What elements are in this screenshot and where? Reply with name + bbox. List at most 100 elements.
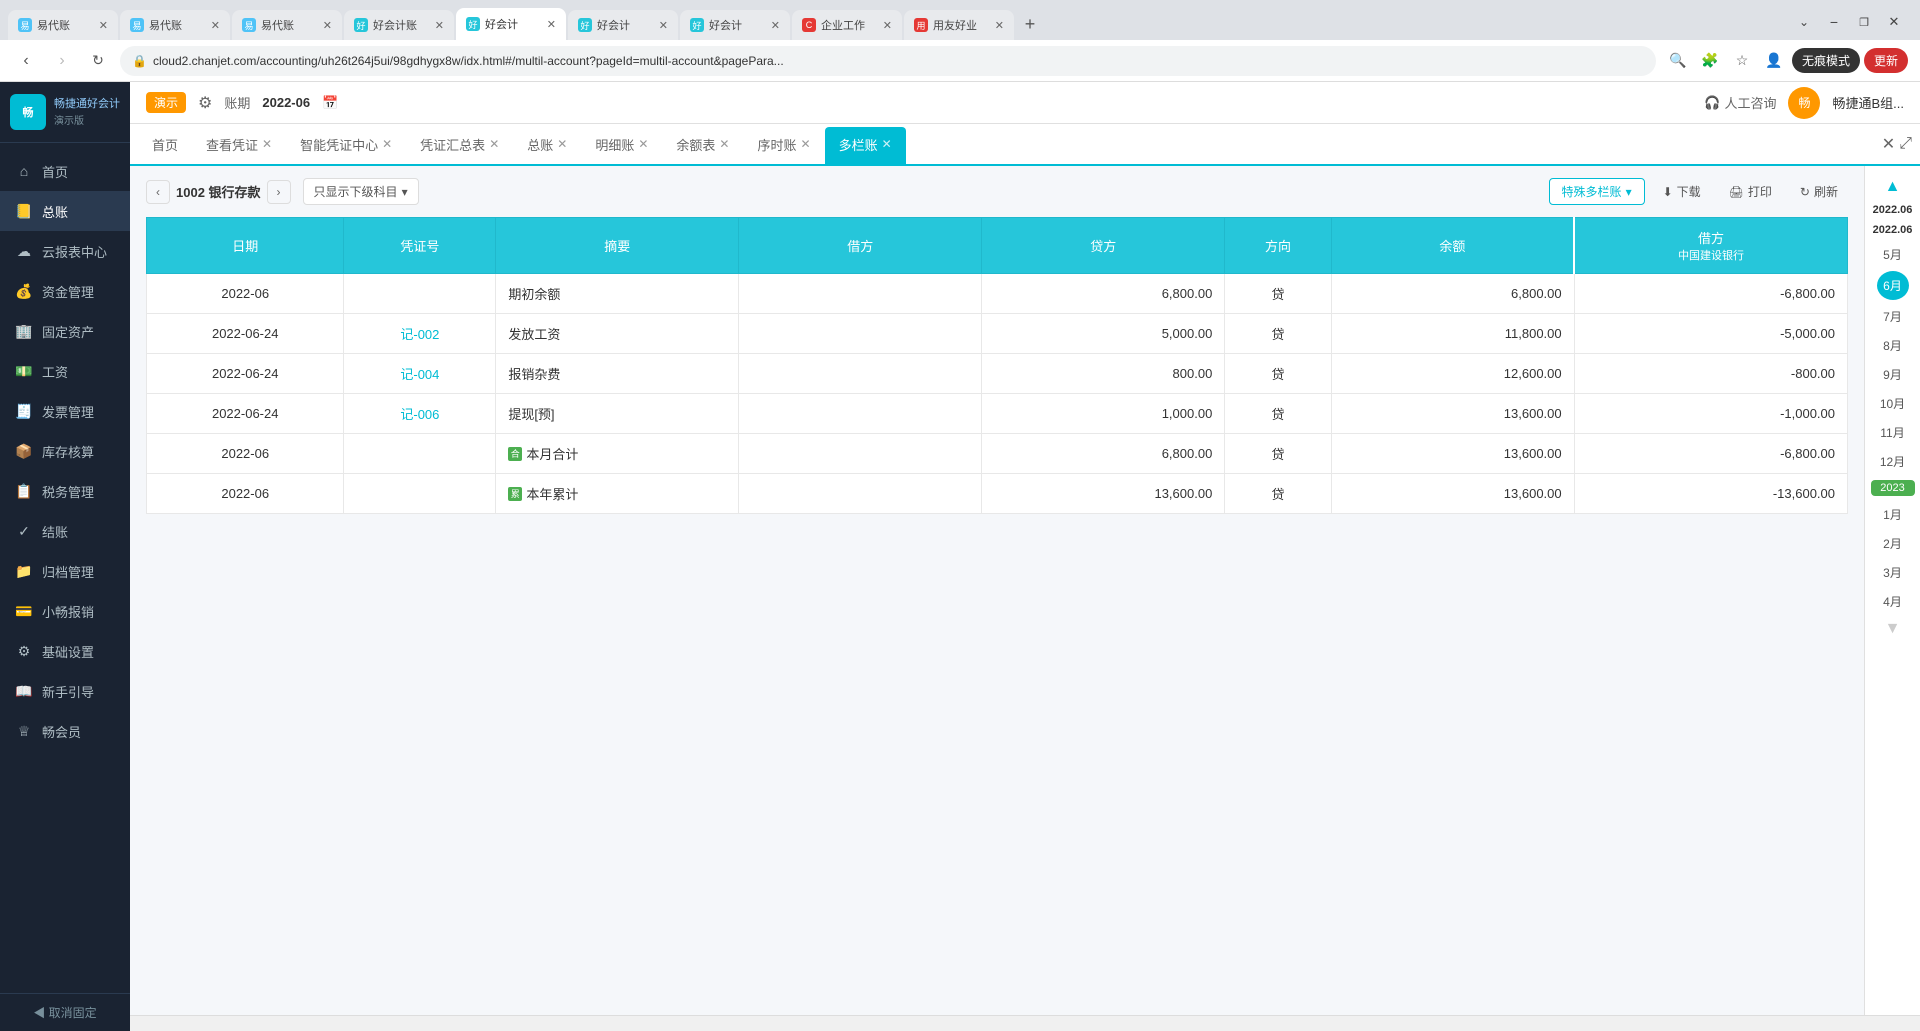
tab-1-close[interactable]: ✕ (99, 19, 108, 32)
sub-filter-button[interactable]: 只显示下级科目 ▾ (303, 178, 419, 205)
browser-tab-6[interactable]: 好 好会计 ✕ (568, 10, 678, 40)
browser-tab-4[interactable]: 好 好会计账 ✕ (344, 10, 454, 40)
app-tab-voucher-close[interactable]: ✕ (262, 137, 272, 151)
tab-panel-close-icon[interactable]: ✕ (1882, 134, 1895, 154)
app-tab-voucher[interactable]: 查看凭证 ✕ (192, 127, 286, 164)
app-tab-journal[interactable]: 序时账 ✕ (743, 127, 824, 164)
month-4[interactable]: 4月 (1871, 587, 1915, 616)
sidebar-item-archive[interactable]: 📁 归档管理 (0, 551, 130, 591)
incognito-button[interactable]: 无痕模式 (1792, 48, 1860, 73)
app-tab-detail-ledger[interactable]: 明细账 ✕ (581, 127, 662, 164)
app-tab-voucher-summary-close[interactable]: ✕ (489, 137, 499, 151)
tab-3-icon: 易 (242, 18, 256, 32)
browser-tab-5[interactable]: 好 好会计 ✕ (456, 8, 566, 40)
sidebar-item-funds[interactable]: 💰 资金管理 (0, 271, 130, 311)
sidebar-item-assets[interactable]: 🏢 固定资产 (0, 311, 130, 351)
scroll-up-button[interactable]: ▲ (1885, 178, 1901, 196)
app-tab-balance-close[interactable]: ✕ (719, 137, 729, 151)
app-tab-home[interactable]: 首页 (138, 127, 192, 164)
gear-icon[interactable]: ⚙ (198, 93, 212, 113)
url-bar[interactable]: 🔒 cloud2.chanjet.com/accounting/uh26t264… (120, 46, 1656, 76)
month-10[interactable]: 10月 (1871, 389, 1915, 418)
month-11[interactable]: 11月 (1871, 418, 1915, 447)
demo-badge[interactable]: 演示 (146, 92, 186, 113)
browser-tab-8[interactable]: C 企业工作 ✕ (792, 10, 902, 40)
download-button[interactable]: ⬇ 下载 (1653, 179, 1711, 204)
browser-tab-1[interactable]: 易 易代账 ✕ (8, 10, 118, 40)
browser-tab-7[interactable]: 好 好会计 ✕ (680, 10, 790, 40)
month-1[interactable]: 1月 (1871, 500, 1915, 529)
month-7[interactable]: 7月 (1871, 302, 1915, 331)
minimize-button[interactable]: − (1820, 8, 1848, 36)
close-window-button[interactable]: ✕ (1880, 8, 1908, 36)
app-tab-journal-close[interactable]: ✕ (801, 137, 811, 151)
app-tab-general-ledger[interactable]: 总账 ✕ (513, 127, 581, 164)
calendar-icon[interactable]: 📅 (322, 95, 338, 111)
app-tab-smart-voucher[interactable]: 智能凭证中心 ✕ (286, 127, 406, 164)
bookmark-icon[interactable]: ☆ (1728, 47, 1756, 75)
tab-5-close[interactable]: ✕ (547, 18, 556, 31)
month-8[interactable]: 8月 (1871, 331, 1915, 360)
sidebar-item-settings-label: 基础设置 (42, 642, 94, 661)
cell-voucher[interactable]: 记-006 (344, 394, 496, 434)
month-12[interactable]: 12月 (1871, 447, 1915, 476)
print-button[interactable]: 🖨 打印 (1719, 179, 1782, 204)
app-tab-balance[interactable]: 余额表 ✕ (662, 127, 743, 164)
search-icon[interactable]: 🔍 (1664, 47, 1692, 75)
sidebar-item-home[interactable]: ⌂ 首页 (0, 151, 130, 191)
forward-button[interactable]: › (48, 47, 76, 75)
tab-9-close[interactable]: ✕ (995, 19, 1004, 32)
sidebar-item-ledger[interactable]: 📒 总账 (0, 191, 130, 231)
sidebar-item-invoice[interactable]: 🧾 发票管理 (0, 391, 130, 431)
update-button[interactable]: 更新 (1864, 48, 1908, 73)
app-tab-multi-col[interactable]: 多栏账 ✕ (825, 127, 906, 164)
tab-3-close[interactable]: ✕ (323, 19, 332, 32)
month-6[interactable]: 6月 (1877, 271, 1909, 300)
service-button[interactable]: 🎧 人工咨询 (1704, 93, 1776, 112)
tab-6-close[interactable]: ✕ (659, 19, 668, 32)
browser-tab-9[interactable]: 用 用友好业 ✕ (904, 10, 1014, 40)
extension-icon[interactable]: 🧩 (1696, 47, 1724, 75)
sidebar-item-settings[interactable]: ⚙ 基础设置 (0, 631, 130, 671)
sidebar-item-close[interactable]: ✓ 结账 (0, 511, 130, 551)
refresh-button[interactable]: ↻ 刷新 (1790, 179, 1848, 204)
reload-button[interactable]: ↻ (84, 47, 112, 75)
new-tab-button[interactable]: + (1016, 10, 1044, 38)
account-prev-button[interactable]: ‹ (146, 180, 170, 204)
back-button[interactable]: ‹ (12, 47, 40, 75)
restore-button[interactable]: ❐ (1850, 8, 1878, 36)
sidebar-item-guide[interactable]: 📖 新手引导 (0, 671, 130, 711)
app-tab-detail-ledger-close[interactable]: ✕ (638, 137, 648, 151)
sidebar-item-member[interactable]: ♕ 畅会员 (0, 711, 130, 751)
tab-4-close[interactable]: ✕ (435, 19, 444, 32)
app-tab-voucher-summary[interactable]: 凭证汇总表 ✕ (406, 127, 513, 164)
cell-voucher[interactable]: 记-002 (344, 314, 496, 354)
horizontal-scrollbar[interactable] (130, 1015, 1920, 1031)
browser-tab-3[interactable]: 易 易代账 ✕ (232, 10, 342, 40)
month-3[interactable]: 3月 (1871, 558, 1915, 587)
sidebar-item-reports[interactable]: ☁ 云报表中心 (0, 231, 130, 271)
month-5[interactable]: 5月 (1871, 240, 1915, 269)
month-2[interactable]: 2月 (1871, 529, 1915, 558)
multi-col-button[interactable]: 特殊多栏账 ▾ (1549, 178, 1645, 205)
tab-8-close[interactable]: ✕ (883, 19, 892, 32)
tab-7-close[interactable]: ✕ (771, 19, 780, 32)
sidebar-item-salary[interactable]: 💵 工资 (0, 351, 130, 391)
month-9[interactable]: 9月 (1871, 360, 1915, 389)
app-tab-multi-col-close[interactable]: ✕ (882, 137, 892, 151)
sidebar-item-tax[interactable]: 📋 税务管理 (0, 471, 130, 511)
profile-icon[interactable]: 👤 (1760, 47, 1788, 75)
url-text: cloud2.chanjet.com/accounting/uh26t264j5… (153, 54, 1644, 68)
app-tab-general-ledger-close[interactable]: ✕ (557, 137, 567, 151)
tab-2-close[interactable]: ✕ (211, 19, 220, 32)
app-tab-smart-voucher-close[interactable]: ✕ (382, 137, 392, 151)
browser-tab-2[interactable]: 易 易代账 ✕ (120, 10, 230, 40)
cell-voucher[interactable]: 记-004 (344, 354, 496, 394)
tab-list-button[interactable]: ⌄ (1790, 8, 1818, 36)
sidebar-item-inventory[interactable]: 📦 库存核算 (0, 431, 130, 471)
account-next-button[interactable]: › (267, 180, 291, 204)
scroll-down-button[interactable]: ▼ (1885, 620, 1901, 638)
tab-panel-expand-icon[interactable]: ⤢ (1899, 135, 1912, 153)
unpin-button[interactable]: ◀ 取消固定 (10, 1004, 120, 1021)
sidebar-item-expense[interactable]: 💳 小畅报销 (0, 591, 130, 631)
